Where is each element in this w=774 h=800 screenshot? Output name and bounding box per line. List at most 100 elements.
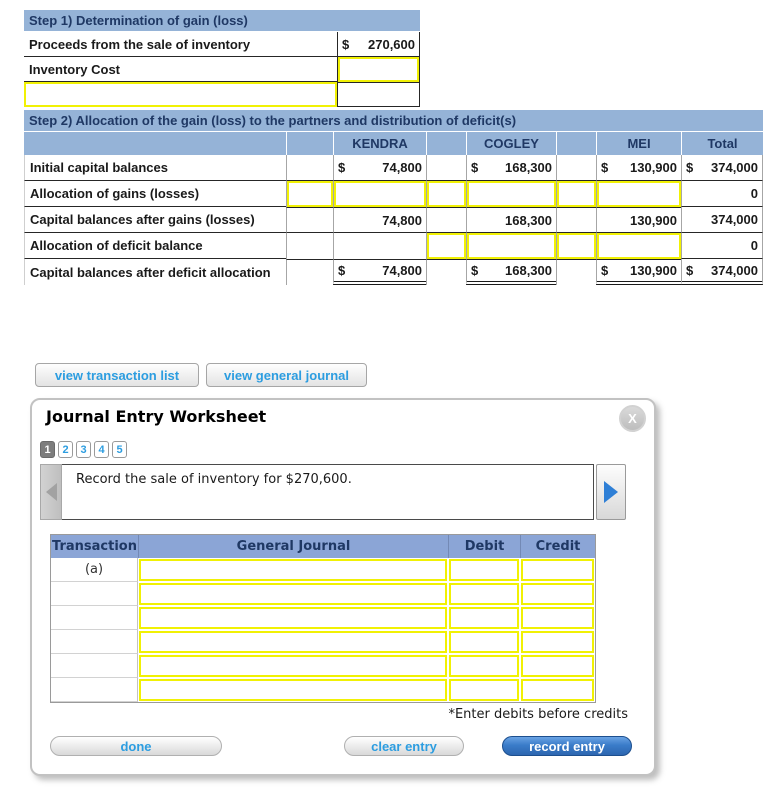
step1-header: Step 1) Determination of gain (loss) (24, 10, 420, 32)
debit-input-2[interactable] (449, 583, 519, 605)
next-arrow-button[interactable] (596, 464, 626, 520)
credit-input-2[interactable] (521, 583, 594, 605)
debit-cell (448, 678, 520, 702)
currency-symbol: $ (342, 36, 350, 52)
cogley-value-cell: $ 168,300 (466, 155, 556, 181)
alloc-gains-kendra-sign-cell (286, 181, 333, 207)
spacer-cell (286, 259, 333, 285)
journal-row (51, 582, 595, 606)
view-transaction-list-button[interactable]: view transaction list (35, 363, 199, 387)
spacer-cell (286, 155, 333, 181)
account-input-4[interactable] (139, 631, 447, 653)
transaction-cell (51, 678, 138, 702)
spacer-cell (556, 259, 596, 285)
deficit-mei-sign-cell (556, 233, 596, 259)
currency-symbol: $ (601, 263, 609, 278)
amount: 74,800 (382, 160, 422, 175)
deficit-total-cell: 0 (681, 233, 763, 259)
transaction-cell (51, 582, 138, 606)
col-header-mei: MEI (596, 132, 681, 155)
debit-input-5[interactable] (449, 655, 519, 677)
clear-entry-button[interactable]: clear entry (344, 736, 464, 756)
debit-input-3[interactable] (449, 607, 519, 629)
account-cell (138, 558, 448, 582)
transaction-cell (51, 654, 138, 678)
record-entry-button[interactable]: record entry (502, 736, 632, 756)
amount: 168,300 (505, 160, 552, 175)
gain-loss-label-cell (24, 82, 337, 107)
view-general-journal-button[interactable]: view general journal (206, 363, 367, 387)
page-tab-3[interactable]: 3 (76, 441, 91, 458)
close-icon: X (628, 411, 637, 426)
debit-cell (448, 558, 520, 582)
debit-input-4[interactable] (449, 631, 519, 653)
amount: 130,900 (630, 160, 677, 175)
row-label: Capital balances after deficit allocatio… (24, 259, 286, 285)
alloc-gains-mei-input[interactable] (597, 181, 681, 207)
credit-input-3[interactable] (521, 607, 594, 629)
deficit-cogley-input[interactable] (467, 233, 556, 259)
inventory-cost-input[interactable] (338, 57, 419, 82)
alloc-gains-mei-sign-cell (556, 181, 596, 207)
journal-row (51, 678, 595, 702)
alloc-gains-kendra-sign-input[interactable] (287, 181, 333, 207)
amount: 374,000 (711, 160, 758, 175)
amount: 0 (750, 186, 758, 201)
amount: 168,300 (505, 212, 552, 228)
debit-input-6[interactable] (449, 679, 519, 701)
step1-proceeds-label: Proceeds from the sale of inventory (24, 32, 337, 57)
credit-input-1[interactable] (521, 559, 594, 581)
account-cell (138, 654, 448, 678)
spacer-cell (426, 207, 466, 233)
total-value-cell: $ 374,000 (681, 155, 763, 181)
credit-input-6[interactable] (521, 679, 594, 701)
alloc-gains-total-cell: 0 (681, 181, 763, 207)
page-tab-4[interactable]: 4 (94, 441, 109, 458)
proceeds-amount: 270,600 (368, 36, 415, 52)
kendra-value-cell: $ 74,800 (333, 259, 426, 285)
account-input-3[interactable] (139, 607, 447, 629)
debit-input-1[interactable] (449, 559, 519, 581)
journal-entry-worksheet-panel: Journal Entry Worksheet X 1 2 3 4 5 Reco… (30, 398, 656, 776)
page-tab-2[interactable]: 2 (58, 441, 73, 458)
account-input-1[interactable] (139, 559, 447, 581)
page-tabs: 1 2 3 4 5 (40, 441, 127, 458)
journal-row (51, 606, 595, 630)
header-debit: Debit (448, 535, 520, 558)
col-header-blank-1 (24, 132, 286, 155)
total-value-cell: 374,000 (681, 207, 763, 233)
alloc-gains-mei-cell (596, 181, 681, 207)
gain-loss-label-input[interactable] (24, 82, 337, 107)
deficit-cogley-sign-input[interactable] (427, 233, 466, 259)
credit-input-5[interactable] (521, 655, 594, 677)
debit-cell (448, 630, 520, 654)
account-input-2[interactable] (139, 583, 447, 605)
deficit-mei-sign-input[interactable] (557, 233, 596, 259)
alloc-gains-mei-sign-input[interactable] (557, 181, 596, 207)
credit-cell (520, 558, 595, 582)
page-tab-5[interactable]: 5 (112, 441, 127, 458)
prev-arrow-button[interactable] (40, 464, 62, 520)
deficit-mei-cell (596, 233, 681, 259)
page-tab-1[interactable]: 1 (40, 441, 55, 458)
spacer-cell (426, 155, 466, 181)
credit-input-4[interactable] (521, 631, 594, 653)
currency-symbol: $ (338, 160, 346, 175)
deficit-cogley-sign-cell (426, 233, 466, 259)
mei-value-cell: $ 130,900 (596, 155, 681, 181)
done-button[interactable]: done (50, 736, 222, 756)
alloc-gains-cogley-sign-input[interactable] (427, 181, 466, 207)
alloc-gains-cogley-cell (466, 181, 556, 207)
kendra-value-cell: $ 74,800 (333, 155, 426, 181)
account-input-5[interactable] (139, 655, 447, 677)
close-button[interactable]: X (619, 405, 646, 432)
currency-symbol: $ (471, 160, 479, 175)
alloc-gains-cogley-input[interactable] (467, 181, 556, 207)
alloc-gains-kendra-input[interactable] (334, 181, 426, 207)
deficit-mei-input[interactable] (597, 233, 681, 259)
credit-cell (520, 678, 595, 702)
currency-symbol: $ (686, 262, 694, 278)
amount: 130,900 (630, 263, 677, 278)
account-input-6[interactable] (139, 679, 447, 701)
debit-cell (448, 654, 520, 678)
